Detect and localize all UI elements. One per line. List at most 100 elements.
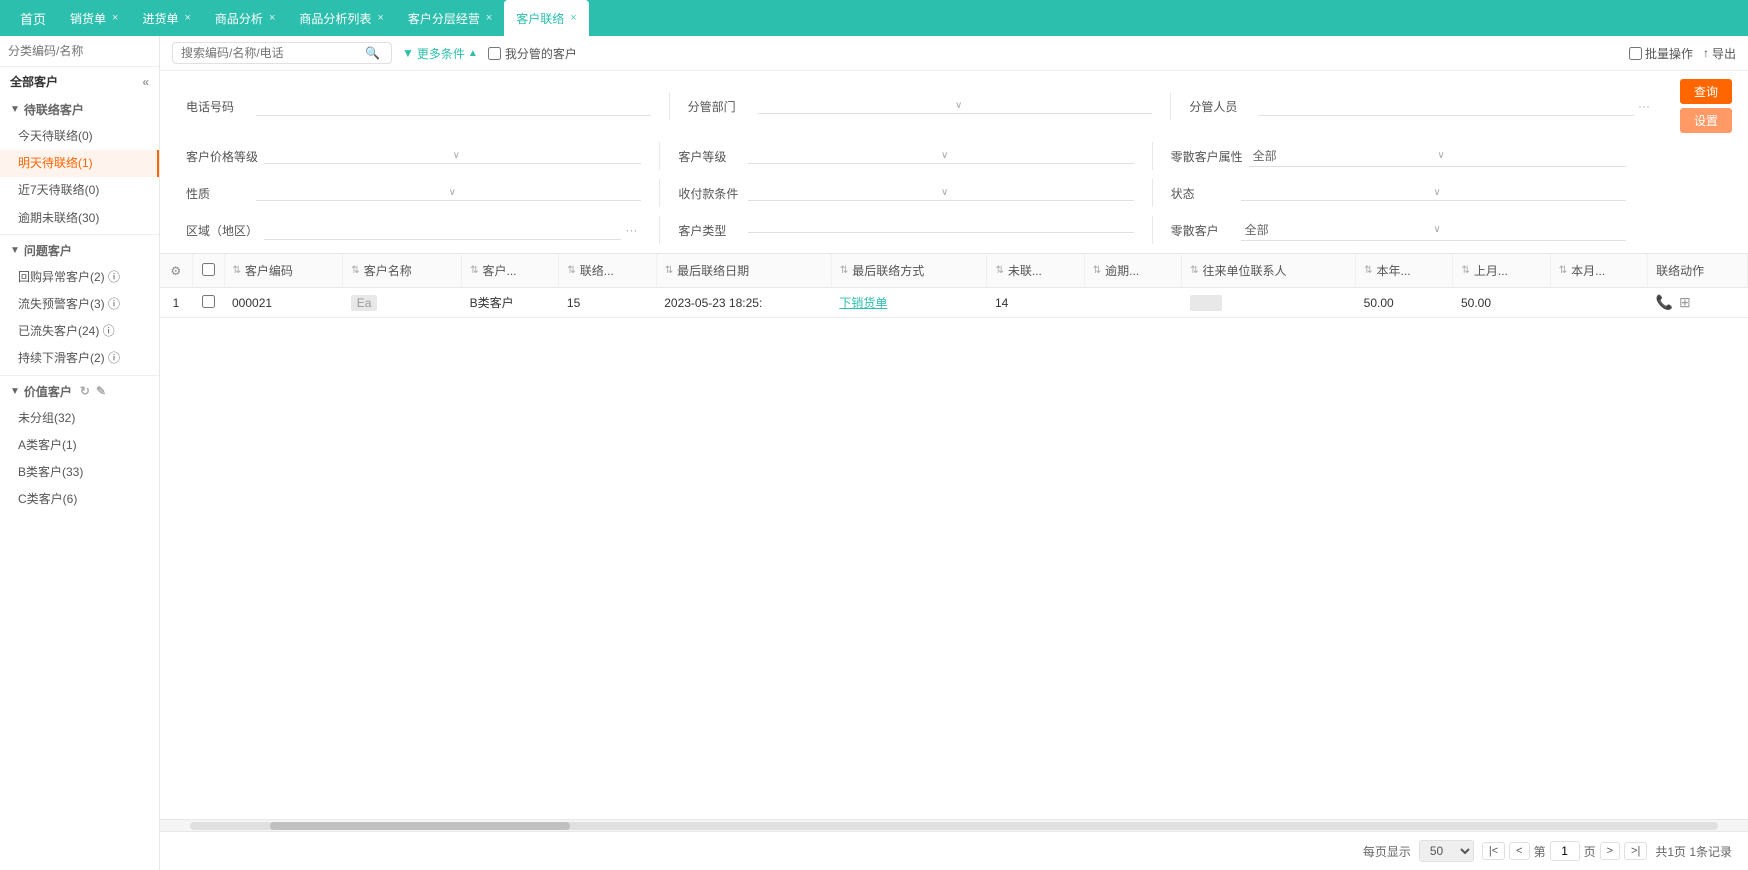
last-method-link[interactable]: 下销货单 [839, 296, 887, 310]
problem-arrow-icon: ▼ [10, 245, 20, 256]
sidebar-item-churned[interactable]: 已流失客户(24) ⓘ [0, 318, 159, 345]
batch-op-btn[interactable]: 批量操作 [1629, 45, 1693, 62]
filter-dept: 分管部门 ∨ [678, 94, 1163, 119]
call-action-icon[interactable]: 📞 [1656, 294, 1673, 311]
th-last-method[interactable]: ⇅ 最后联络方式 [831, 254, 987, 288]
sidebar-item-class-b[interactable]: B类客户(33) [0, 459, 159, 486]
customer-type-select[interactable] [748, 228, 1133, 233]
price-level-select[interactable]: ∨ [264, 148, 641, 164]
sidebar-item-7days-pending[interactable]: 近7天待联络(0) [0, 177, 159, 204]
price-level-label: 客户价格等级 [186, 148, 264, 165]
sidebar-item-today-pending[interactable]: 今天待联络(0) [0, 123, 159, 150]
manager-dots[interactable]: ··· [1634, 99, 1654, 113]
menu-action-icon[interactable]: ⊞ [1679, 294, 1691, 311]
sidebar-item-declining[interactable]: 持续下滑客户(2) ⓘ [0, 345, 159, 372]
sidebar-group-value[interactable]: ▼ 价值客户 ↻ ✎ [0, 378, 159, 405]
sidebar-item-abnormal-repurchase[interactable]: 回购异常客户(2) ⓘ [0, 264, 159, 291]
close-purchase-order-icon[interactable]: × [184, 12, 190, 24]
export-btn[interactable]: ↑ 导出 [1703, 45, 1736, 62]
retail-customer-select[interactable]: 全部 ∨ [1241, 219, 1626, 241]
main-search-icon[interactable]: 🔍 [365, 46, 380, 60]
manager-input [1259, 96, 1634, 116]
th-settings[interactable]: ⚙ [160, 254, 192, 288]
my-customers-checkbox[interactable] [488, 47, 501, 60]
nav-customer-layering[interactable]: 客户分层经营 × [396, 0, 504, 36]
next-page-btn[interactable]: > [1600, 842, 1620, 860]
gender-select[interactable]: ∨ [256, 185, 641, 201]
retail-customer-arrow: ∨ [1433, 224, 1622, 235]
gender-arrow: ∨ [449, 187, 638, 198]
sidebar-collapse-icon[interactable]: « [142, 75, 149, 89]
nav-customer-contact[interactable]: 客户联络 × [504, 0, 588, 36]
th-unit-contact[interactable]: ⇅ 往来单位联系人 [1182, 254, 1356, 288]
cell-last-month: 50.00 [1453, 288, 1550, 318]
th-last-month[interactable]: ⇅ 上月... [1453, 254, 1550, 288]
sidebar-item-overdue-pending[interactable]: 逾期未联络(30) [0, 205, 159, 232]
last-page-btn[interactable]: >| [1624, 842, 1647, 860]
sidebar-all-customers[interactable]: 全部客户 « [0, 67, 159, 96]
retail-attr-select[interactable]: 全部 ∨ [1249, 145, 1626, 167]
customer-level-select[interactable]: ∨ [748, 148, 1133, 164]
sidebar-search-input[interactable] [8, 44, 160, 58]
th-this-month[interactable]: ⇅ 本月... [1550, 254, 1647, 288]
reset-btn[interactable]: 设置 [1680, 108, 1732, 133]
sidebar-group-problem[interactable]: ▼ 问题客户 [0, 237, 159, 264]
payment-select[interactable]: ∨ [748, 185, 1133, 201]
phone-input[interactable] [256, 97, 651, 116]
nav-home[interactable]: 首页 [8, 0, 58, 36]
main-search-input[interactable] [181, 46, 361, 60]
th-last-date[interactable]: ⇅ 最后联络日期 [656, 254, 831, 288]
toolbar-right: 批量操作 ↑ 导出 [1629, 45, 1736, 62]
sidebar-item-tomorrow-pending[interactable]: 明天待联络(1) [0, 150, 159, 177]
status-select[interactable]: ∨ [1241, 185, 1626, 201]
region-dots[interactable]: ··· [621, 223, 641, 237]
sidebar-search-wrap: 🔍 [0, 36, 159, 67]
th-code[interactable]: ⇅ 客户编码 [224, 254, 343, 288]
prev-page-btn[interactable]: < [1509, 842, 1529, 860]
query-btn[interactable]: 查询 [1680, 79, 1732, 104]
filter-actions: 查询 设置 [1680, 79, 1732, 133]
nav-product-analysis[interactable]: 商品分析 × [203, 0, 287, 36]
th-contacts[interactable]: ⇅ 联络... [559, 254, 656, 288]
divider-1 [0, 234, 159, 235]
nav-product-analysis-list[interactable]: 商品分析列表 × [287, 0, 395, 36]
horizontal-scrollbar[interactable] [160, 819, 1748, 831]
filter-status: 状态 ∨ [1161, 181, 1636, 206]
sidebar-item-class-a[interactable]: A类客户(1) [0, 432, 159, 459]
cell-overdue [1084, 288, 1181, 318]
refresh-value-icon[interactable]: ↻ [80, 384, 90, 398]
th-type[interactable]: ⇅ 客户... [462, 254, 559, 288]
page-input[interactable] [1550, 841, 1580, 861]
sidebar-group-pending[interactable]: ▼ 待联络客户 [0, 96, 159, 123]
th-uncontacted[interactable]: ⇅ 未联... [987, 254, 1084, 288]
th-this-year[interactable]: ⇅ 本年... [1356, 254, 1453, 288]
select-all-checkbox[interactable] [202, 263, 215, 276]
close-sales-order-icon[interactable]: × [112, 12, 118, 24]
sidebar-item-churn-warning[interactable]: 流失预警客户(3) ⓘ [0, 291, 159, 318]
cell-this-month [1550, 288, 1647, 318]
nav-purchase-order[interactable]: 进货单 × [130, 0, 202, 36]
sidebar-item-class-c[interactable]: C类客户(6) [0, 486, 159, 513]
dept-select[interactable]: ∨ [758, 98, 1153, 114]
th-name[interactable]: ⇅ 客户名称 [343, 254, 462, 288]
close-customer-layering-icon[interactable]: × [486, 12, 492, 24]
close-customer-contact-icon[interactable]: × [570, 12, 576, 24]
row-checkbox[interactable] [202, 295, 215, 308]
edit-value-icon[interactable]: ✎ [96, 384, 106, 398]
batch-checkbox[interactable] [1629, 47, 1642, 60]
first-page-btn[interactable]: |< [1482, 842, 1505, 860]
th-uncontacted-sort-icon: ⇅ [995, 265, 1003, 276]
per-page-select[interactable]: 50 100 200 [1419, 840, 1474, 862]
cell-action: 📞 ⊞ [1648, 288, 1748, 318]
close-product-analysis-list-icon[interactable]: × [377, 12, 383, 24]
status-arrow: ∨ [1433, 187, 1622, 198]
sidebar-item-ungrouped[interactable]: 未分组(32) [0, 405, 159, 432]
settings-icon[interactable]: ⚙ [170, 264, 181, 278]
nav-sales-order[interactable]: 销货单 × [58, 0, 130, 36]
scrollbar-thumb[interactable] [270, 822, 570, 830]
close-product-analysis-icon[interactable]: × [269, 12, 275, 24]
dept-label: 分管部门 [688, 98, 758, 115]
cell-type: B类客户 [462, 288, 559, 318]
th-overdue[interactable]: ⇅ 逾期... [1084, 254, 1181, 288]
more-conditions-btn[interactable]: ▼ 更多条件 ▲ [402, 45, 478, 62]
